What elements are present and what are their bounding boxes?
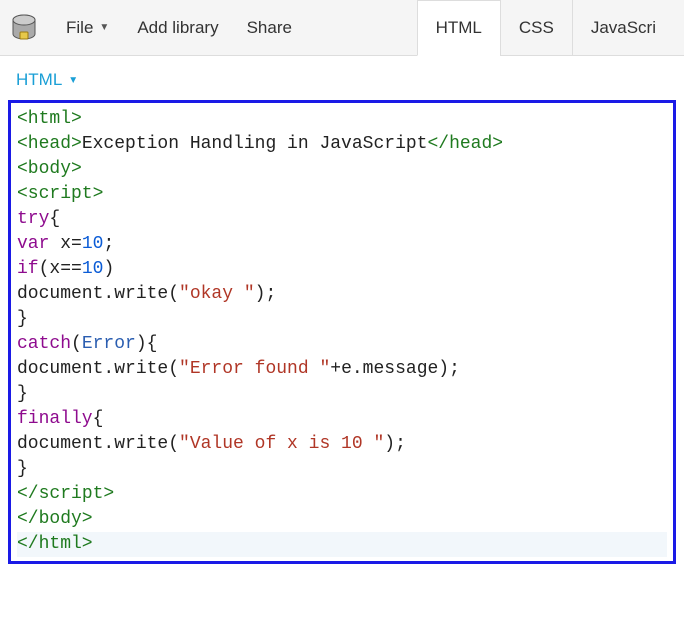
add-library-label: Add library — [137, 18, 218, 38]
code-token: document.write( — [17, 434, 179, 454]
code-token: </scr — [17, 484, 71, 504]
code-line[interactable]: } — [17, 307, 667, 332]
code-token: Error — [82, 334, 136, 354]
tab-css-label: CSS — [519, 18, 554, 38]
code-token: document.write( — [17, 359, 179, 379]
code-editor-frame: <html> <head>Exception Handling in JavaSc… — [8, 100, 676, 564]
code-line[interactable]: catch(Error){ — [17, 332, 667, 357]
code-line[interactable]: if(x==10) — [17, 257, 667, 282]
code-token: </html> — [17, 534, 93, 554]
code-token: ); — [384, 434, 406, 454]
app-logo-icon — [10, 13, 38, 43]
code-line[interactable]: } — [17, 382, 667, 407]
code-editor[interactable]: <html> <head>Exception Handling in JavaSc… — [11, 103, 673, 561]
code-token: "Value of x is 10 " — [179, 434, 384, 454]
code-token: == — [60, 259, 82, 279]
code-token: "Error found " — [179, 359, 330, 379]
code-line[interactable]: </script> — [17, 482, 667, 507]
add-library-button[interactable]: Add library — [123, 10, 232, 46]
code-line[interactable]: <head>Exception Handling in JavaScript</… — [17, 132, 667, 157]
code-line[interactable]: <body> — [17, 157, 667, 182]
code-token: ); — [255, 284, 277, 304]
code-token: } — [17, 459, 28, 479]
code-token: try — [17, 209, 49, 229]
tab-javascript-label: JavaScri — [591, 18, 656, 38]
caret-down-icon: ▼ — [68, 75, 78, 86]
code-line[interactable]: document.write("okay "); — [17, 282, 667, 307]
code-token: { — [93, 409, 104, 429]
code-token: (x — [39, 259, 61, 279]
file-menu[interactable]: File ▼ — [52, 10, 123, 46]
code-token: 10 — [82, 234, 104, 254]
code-token: <body> — [17, 159, 82, 179]
code-token: e.message); — [341, 359, 460, 379]
tab-css[interactable]: CSS — [500, 0, 572, 55]
code-token: ){ — [136, 334, 158, 354]
tab-javascript[interactable]: JavaScri — [572, 0, 674, 55]
code-token: ) — [103, 259, 114, 279]
code-line[interactable]: <html> — [17, 107, 667, 132]
code-token: <head> — [17, 134, 82, 154]
caret-down-icon: ▼ — [99, 22, 109, 33]
code-line[interactable]: try{ — [17, 207, 667, 232]
code-token: <script> — [17, 184, 103, 204]
code-line[interactable]: </html> — [17, 532, 667, 557]
code-line[interactable]: document.write("Value of x is 10 "); — [17, 432, 667, 457]
code-token: = — [71, 234, 82, 254]
code-line[interactable]: </body> — [17, 507, 667, 532]
code-line[interactable]: <script> — [17, 182, 667, 207]
code-line[interactable]: document.write("Error found "+e.message)… — [17, 357, 667, 382]
code-token: <html> — [17, 109, 82, 129]
code-token: } — [17, 384, 28, 404]
share-label: Share — [247, 18, 292, 38]
tab-html-label: HTML — [436, 18, 482, 38]
code-token: Exception Handling in JavaScript — [82, 134, 428, 154]
code-token: } — [17, 309, 28, 329]
code-line[interactable]: finally{ — [17, 407, 667, 432]
code-token: if — [17, 259, 39, 279]
code-token: var — [17, 234, 49, 254]
code-token: x — [49, 234, 71, 254]
code-token: ; — [103, 234, 114, 254]
code-token: document.write( — [17, 284, 179, 304]
panel-mode-selector[interactable]: HTML ▼ — [0, 56, 684, 100]
share-button[interactable]: Share — [233, 10, 306, 46]
code-token: ipt> — [71, 484, 114, 504]
editor-tabs: HTML CSS JavaScri — [417, 0, 674, 55]
code-token: catch — [17, 334, 71, 354]
code-token: </body> — [17, 509, 93, 529]
code-token: 10 — [82, 259, 104, 279]
file-menu-label: File — [66, 18, 93, 38]
toolbar: File ▼ Add library Share HTML CSS JavaSc… — [0, 0, 684, 56]
code-token: { — [49, 209, 60, 229]
panel-mode-label: HTML — [16, 70, 62, 90]
code-line[interactable]: } — [17, 457, 667, 482]
tab-html[interactable]: HTML — [417, 0, 500, 56]
code-token: </head> — [427, 134, 503, 154]
code-token: ( — [71, 334, 82, 354]
code-token: + — [330, 359, 341, 379]
code-line[interactable]: var x=10; — [17, 232, 667, 257]
code-token: finally — [17, 409, 93, 429]
code-token: "okay " — [179, 284, 255, 304]
